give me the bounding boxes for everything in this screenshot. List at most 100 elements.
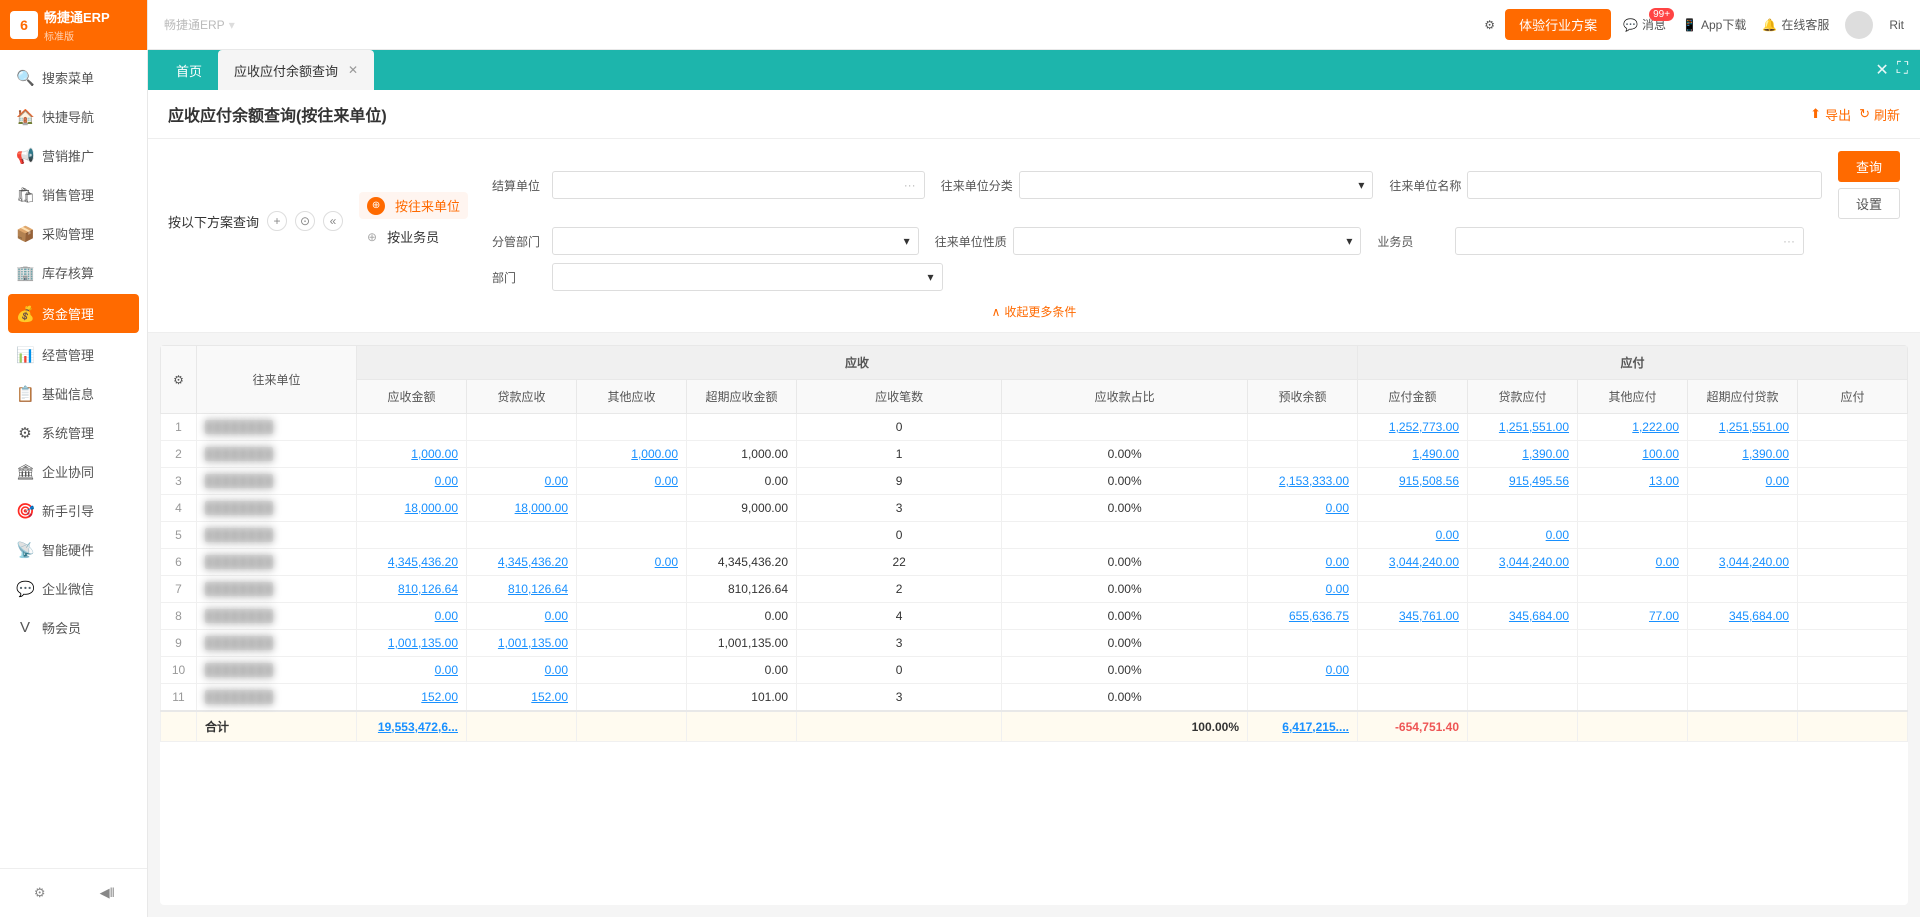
table-cell[interactable]: 345,684.00 (1688, 603, 1798, 630)
filter-input-lwdwmc[interactable] (1467, 171, 1822, 199)
table-cell[interactable]: 2,153,333.00 (1248, 468, 1358, 495)
sidebar-item-guide[interactable]: 🎯 新手引导 (0, 491, 147, 530)
filter-select-lwdwxz[interactable]: ▾ (1013, 227, 1362, 255)
table-cell[interactable]: 345,684.00 (1468, 603, 1578, 630)
table-cell: 3 (797, 630, 1002, 657)
tab-close-window-btn[interactable]: ✕ (1875, 60, 1888, 80)
table-cell[interactable]: 100.00 (1578, 441, 1688, 468)
table-cell[interactable]: 152.00 (357, 684, 467, 712)
sidebar-item-wechat[interactable]: 💬 企业微信 (0, 569, 147, 608)
table-cell[interactable]: 0.00 (467, 468, 577, 495)
filter-input-jsdw[interactable]: ··· (552, 171, 925, 199)
filter-settings-btn[interactable]: ⊙ (295, 211, 315, 231)
sidebar-item-search[interactable]: 🔍 搜索菜单 (0, 58, 147, 97)
sidebar-item-vip[interactable]: V 畅会员 (0, 608, 147, 647)
filter-select-lwdwfl[interactable]: ▾ (1019, 171, 1374, 199)
table-cell[interactable]: 3,044,240.00 (1468, 549, 1578, 576)
sidebar-item-purchase[interactable]: 📦 采购管理 (0, 214, 147, 253)
scheme-by-unit[interactable]: ⊕ 按往来单位 (359, 192, 468, 219)
table-cell[interactable]: 0.00 (1248, 549, 1358, 576)
table-cell[interactable]: 0.00 (1358, 522, 1468, 549)
table-cell[interactable]: 1,490.00 (1358, 441, 1468, 468)
set-button[interactable]: 设置 (1838, 188, 1900, 219)
filter-collapse-btn[interactable]: « (323, 211, 343, 231)
table-cell[interactable]: 0.00 (1248, 576, 1358, 603)
app-download-btn[interactable]: 📱 App下载 (1682, 16, 1746, 33)
table-cell[interactable]: 3,044,240.00 (1358, 549, 1468, 576)
gear-btn[interactable]: ⚙ (1484, 18, 1495, 32)
tab-maximize-btn[interactable]: ⛶ (1897, 60, 1908, 80)
table-cell[interactable]: 810,126.64 (467, 576, 577, 603)
guide-icon: 🎯 (16, 502, 34, 520)
table-cell[interactable]: 915,495.56 (1468, 468, 1578, 495)
filter-select-bm[interactable]: ▾ (552, 263, 943, 291)
sidebar-item-marketing[interactable]: 📢 营销推广 (0, 136, 147, 175)
sidebar-collapse-btn[interactable]: ◀‖ (78, 879, 138, 907)
service-btn[interactable]: 🔔 在线客服 (1762, 16, 1829, 33)
sidebar-item-sales[interactable]: 🛍 销售管理 (0, 175, 147, 214)
table-cell[interactable]: 0.00 (1248, 495, 1358, 522)
tab-close-btn[interactable]: ✕ (348, 63, 358, 77)
sidebar-item-finance[interactable]: 💰 资金管理 (8, 294, 139, 333)
table-cell[interactable]: 3,044,240.00 (1688, 549, 1798, 576)
sidebar-item-hardware[interactable]: 📡 智能硬件 (0, 530, 147, 569)
table-cell[interactable]: 0.00 (577, 549, 687, 576)
tab-home[interactable]: 首页 (160, 50, 218, 90)
tab-ar-query[interactable]: 应收应付余额查询 ✕ (218, 50, 374, 90)
table-cell[interactable]: 4,345,436.20 (357, 549, 467, 576)
table-cell[interactable]: 4,345,436.20 (467, 549, 577, 576)
table-cell[interactable]: 0.00 (357, 468, 467, 495)
table-cell[interactable]: 18,000.00 (467, 495, 577, 522)
sidebar-item-system[interactable]: ⚙ 系统管理 (0, 413, 147, 452)
table-cell[interactable]: 1,251,551.00 (1688, 414, 1798, 441)
table-cell[interactable]: 1,390.00 (1688, 441, 1798, 468)
table-cell[interactable]: 1,001,135.00 (467, 630, 577, 657)
message-btn[interactable]: 💬 消息 99+ (1623, 16, 1666, 33)
sidebar-settings-btn[interactable]: ⚙ (10, 879, 70, 907)
table-cell[interactable]: 1,000.00 (577, 441, 687, 468)
filter-select-fgbm[interactable]: ▾ (552, 227, 919, 255)
table-cell[interactable]: 1,000.00 (357, 441, 467, 468)
tab-bar: 首页 应收应付余额查询 ✕ ✕ ⛶ (148, 50, 1920, 90)
table-cell[interactable]: 0.00 (1248, 657, 1358, 684)
table-cell[interactable]: 18,000.00 (357, 495, 467, 522)
table-cell[interactable]: 0.00 (357, 603, 467, 630)
query-button[interactable]: 查询 (1838, 151, 1900, 182)
filter-add-btn[interactable]: + (267, 211, 287, 231)
filter-input-ywy[interactable]: ··· (1455, 227, 1804, 255)
table-cell[interactable]: 1,001,135.00 (357, 630, 467, 657)
sidebar-item-operations[interactable]: 📊 经营管理 (0, 335, 147, 374)
table-cell[interactable]: 1,252,773.00 (1358, 414, 1468, 441)
top-header: 畅捷通ERP ▾ ⚙ 体验行业方案 💬 消息 99+ 📱 App下载 🔔 在线客… (148, 0, 1920, 50)
table-cell[interactable]: 0.00 (467, 657, 577, 684)
table-cell[interactable]: 915,508.56 (1358, 468, 1468, 495)
table-cell[interactable]: 77.00 (1578, 603, 1688, 630)
table-cell[interactable]: 0.00 (467, 603, 577, 630)
promo-button[interactable]: 体验行业方案 (1505, 9, 1611, 40)
collapse-more-btn[interactable]: ∧ 收起更多条件 (168, 303, 1900, 320)
export-btn[interactable]: ⬆ 导出 (1810, 105, 1851, 124)
table-cell[interactable]: 1,390.00 (1468, 441, 1578, 468)
table-cell[interactable]: 810,126.64 (357, 576, 467, 603)
sidebar-item-basic[interactable]: 📋 基础信息 (0, 374, 147, 413)
footer-ar-total[interactable]: 19,553,472,6... (357, 711, 467, 742)
table-cell[interactable]: 13.00 (1578, 468, 1688, 495)
table-scroll[interactable]: ⚙ 往来单位 应收 应付 应收金额 贷款应收 其他应收 超期应收金额 应收笔数 (160, 345, 1908, 905)
footer-ar-prepay[interactable]: 6,417,215.... (1248, 711, 1358, 742)
refresh-btn[interactable]: ↻ 刷新 (1859, 105, 1900, 124)
table-cell[interactable]: 0.00 (1688, 468, 1798, 495)
table-cell[interactable]: 655,636.75 (1248, 603, 1358, 630)
table-cell[interactable]: 152.00 (467, 684, 577, 712)
sidebar-item-corp[interactable]: 🏛 企业协同 (0, 452, 147, 491)
table-cell[interactable]: 1,251,551.00 (1468, 414, 1578, 441)
table-cell[interactable]: 345,761.00 (1358, 603, 1468, 630)
table-cell[interactable]: 0.00 (357, 657, 467, 684)
th-settings[interactable]: ⚙ (161, 346, 197, 414)
scheme-by-staff[interactable]: ⊕ 按业务员 (359, 223, 468, 250)
table-cell[interactable]: 1,222.00 (1578, 414, 1688, 441)
sidebar-item-inventory[interactable]: 🏢 库存核算 (0, 253, 147, 292)
table-cell[interactable]: 0.00 (1578, 549, 1688, 576)
sidebar-item-quick-nav[interactable]: 🏠 快捷导航 (0, 97, 147, 136)
table-cell[interactable]: 0.00 (577, 468, 687, 495)
table-cell[interactable]: 0.00 (1468, 522, 1578, 549)
